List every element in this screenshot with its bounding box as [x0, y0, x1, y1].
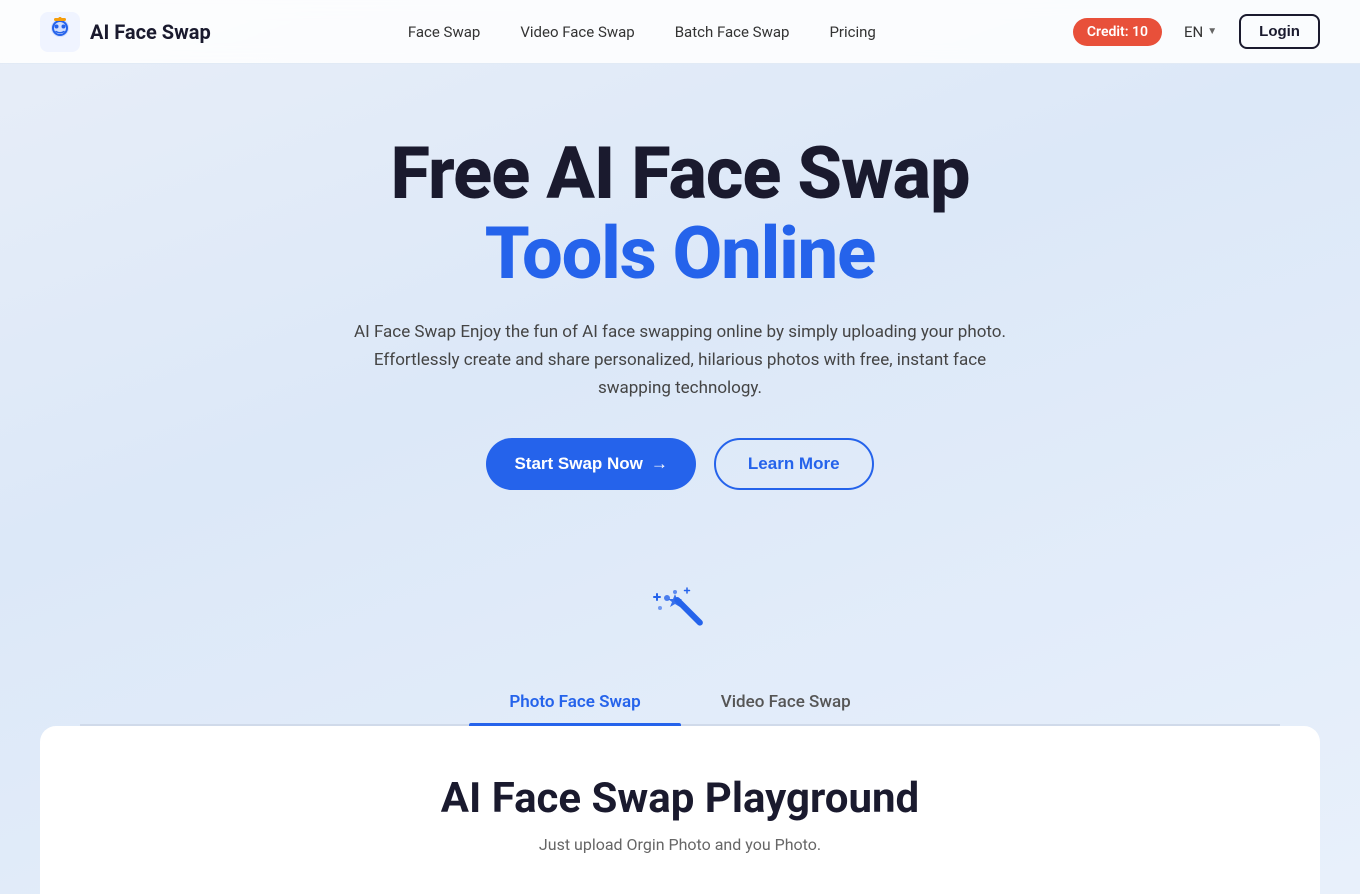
lang-selector[interactable]: EN ▼ [1174, 17, 1227, 47]
hero-buttons: Start Swap Now → Learn More [20, 438, 1340, 490]
tab-photo-face-swap[interactable]: Photo Face Swap [469, 680, 680, 724]
navbar: AI Face Swap Face Swap Video Face Swap B… [0, 0, 1360, 64]
playground-title: AI Face Swap Playground [80, 774, 1280, 823]
magic-icon-container [0, 580, 1360, 650]
logo-text: AI Face Swap [90, 20, 211, 44]
logo[interactable]: AI Face Swap [40, 12, 211, 52]
learn-more-button[interactable]: Learn More [714, 438, 874, 490]
start-swap-label: Start Swap Now [514, 454, 642, 474]
nav-links: Face Swap Video Face Swap Batch Face Swa… [392, 15, 892, 49]
logo-icon [40, 12, 80, 52]
nav-batch-face-swap[interactable]: Batch Face Swap [659, 15, 806, 49]
nav-video-face-swap[interactable]: Video Face Swap [504, 15, 650, 49]
start-swap-button[interactable]: Start Swap Now → [486, 438, 695, 490]
nav-pricing[interactable]: Pricing [813, 15, 891, 49]
login-button[interactable]: Login [1239, 14, 1320, 49]
tabs-container: Photo Face Swap Video Face Swap [80, 680, 1280, 726]
arrow-icon: → [651, 454, 668, 474]
lang-label: EN [1184, 23, 1203, 41]
hero-section: Free AI Face Swap Tools Online AI Face S… [0, 64, 1360, 530]
nav-face-swap[interactable]: Face Swap [392, 15, 497, 49]
tab-video-face-swap[interactable]: Video Face Swap [681, 680, 891, 724]
credit-badge[interactable]: Credit: 10 [1073, 18, 1162, 46]
hero-title-line1: Free AI Face Swap [20, 134, 1340, 213]
playground-section: AI Face Swap Playground Just upload Orgi… [40, 726, 1320, 894]
playground-subtitle: Just upload Orgin Photo and you Photo. [80, 835, 1280, 854]
chevron-down-icon: ▼ [1207, 26, 1217, 37]
hero-title-line2: Tools Online [20, 213, 1340, 296]
magic-wand-icon [645, 580, 715, 650]
hero-subtitle: AI Face Swap Enjoy the fun of AI face sw… [340, 318, 1020, 402]
navbar-right: Credit: 10 EN ▼ Login [1073, 14, 1320, 49]
